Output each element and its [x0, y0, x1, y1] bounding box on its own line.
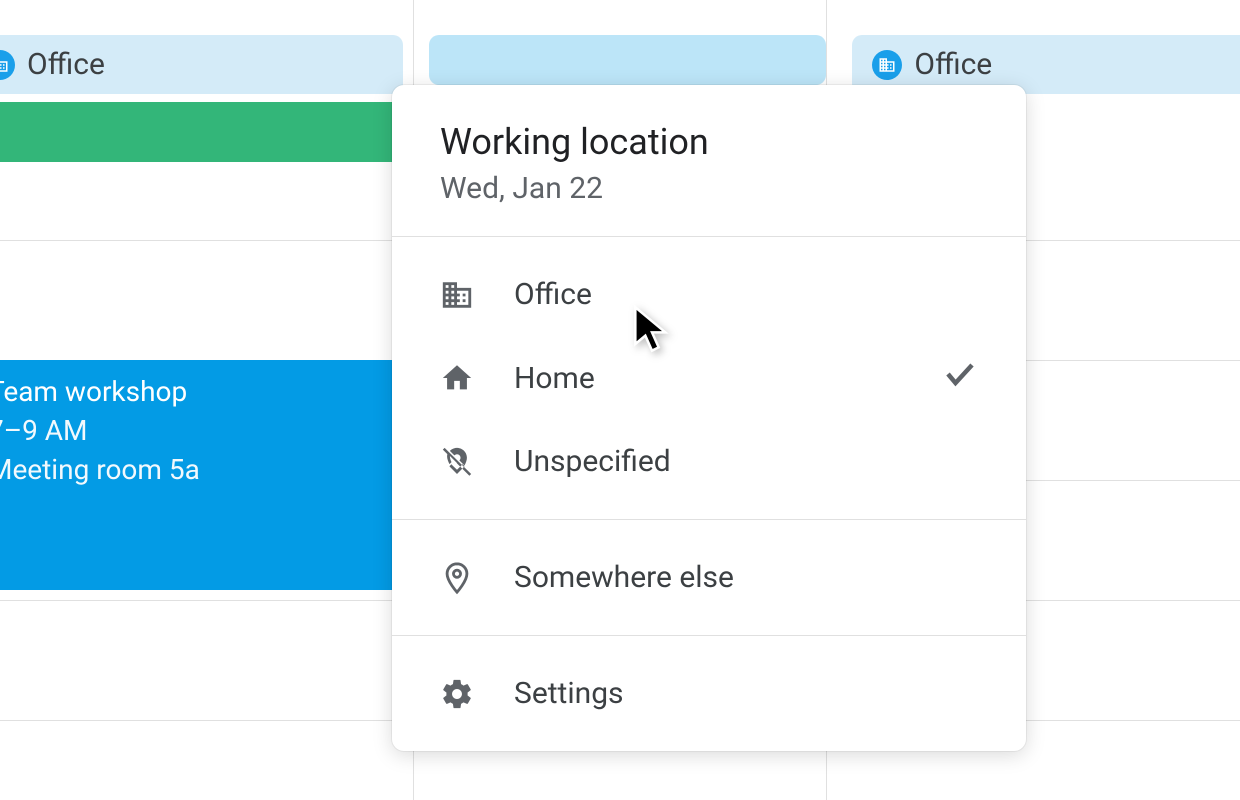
popover-settings-section: Settings: [392, 636, 1026, 751]
location-chip-label: Office: [914, 47, 992, 82]
office-icon: [872, 50, 902, 80]
location-option-home[interactable]: Home: [392, 334, 1026, 422]
home-icon: [440, 361, 474, 395]
option-label: Settings: [514, 676, 978, 711]
event-room: Meeting room 5a: [0, 450, 385, 489]
office-icon: [440, 278, 474, 312]
event-time: 7–9 AM: [0, 411, 385, 450]
popover-somewhere-section: Somewhere else: [392, 520, 1026, 636]
hour-gridline: [0, 720, 413, 721]
hour-gridline: [0, 240, 413, 241]
calendar-event[interactable]: Team workshop 7–9 AM Meeting room 5a: [0, 360, 403, 590]
popover-header: Working location Wed, Jan 22: [392, 85, 1026, 237]
hour-gridline: [0, 600, 413, 601]
working-location-popover: Working location Wed, Jan 22 Office Home…: [392, 85, 1026, 751]
pin-icon: [440, 561, 474, 595]
checkmark-icon: [942, 356, 978, 400]
working-location-chip-active[interactable]: [429, 35, 827, 85]
location-settings[interactable]: Settings: [392, 654, 1026, 733]
option-label: Unspecified: [514, 444, 978, 479]
day-column: Office Team workshop 7–9 AM Meeting room…: [0, 0, 414, 800]
all-day-event[interactable]: [0, 102, 403, 162]
option-label: Office: [514, 277, 978, 312]
popover-date: Wed, Jan 22: [440, 171, 978, 206]
working-location-chip[interactable]: Office: [0, 35, 403, 94]
popover-title: Working location: [440, 121, 978, 163]
popover-options-section: Office Home Unspecified: [392, 237, 1026, 520]
office-icon: [0, 50, 15, 80]
option-label: Home: [514, 361, 902, 396]
event-title: Team workshop: [0, 372, 385, 411]
mouse-cursor: [632, 304, 672, 358]
location-chip-label: Office: [27, 47, 105, 82]
gear-icon: [440, 677, 474, 711]
location-option-somewhere-else[interactable]: Somewhere else: [392, 538, 1026, 617]
location-option-office[interactable]: Office: [392, 255, 1026, 334]
location-off-icon: [440, 445, 474, 479]
option-label: Somewhere else: [514, 560, 978, 595]
location-option-unspecified[interactable]: Unspecified: [392, 422, 1026, 501]
